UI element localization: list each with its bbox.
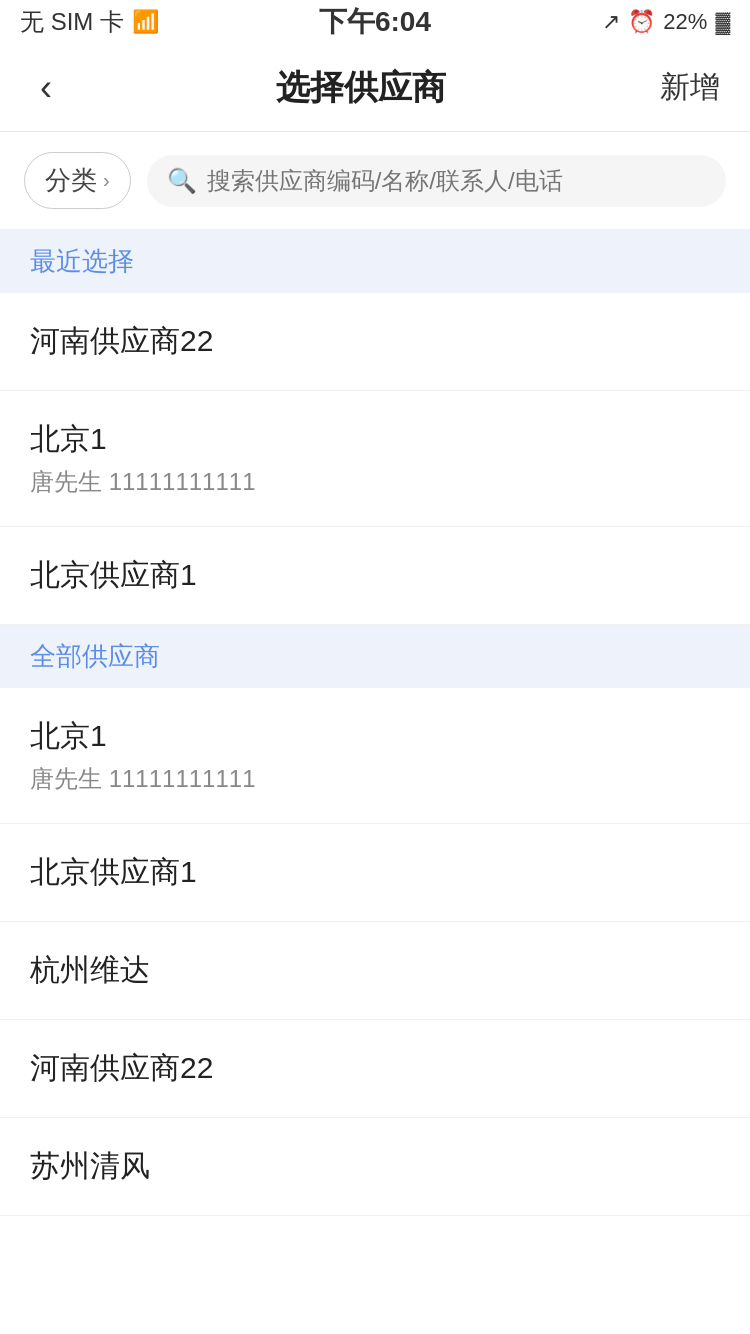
sim-label: 无 SIM 卡	[20, 6, 124, 38]
battery-icon: ▓	[715, 11, 730, 34]
status-left: 无 SIM 卡 📶	[20, 6, 159, 38]
all-item-3[interactable]: 河南供应商22	[0, 1020, 750, 1118]
all-item-0[interactable]: 北京1 唐先生 11111111111	[0, 688, 750, 824]
search-input[interactable]	[207, 167, 706, 195]
recent-item-sub-1: 唐先生 11111111111	[30, 466, 720, 498]
chevron-right-icon: ›	[103, 169, 110, 192]
filter-label: 分类	[45, 163, 97, 198]
all-list: 北京1 唐先生 11111111111 北京供应商1 杭州维达 河南供应商22 …	[0, 688, 750, 1216]
recent-section-header: 最近选择	[0, 230, 750, 293]
search-input-wrap[interactable]: 🔍	[147, 155, 726, 207]
recent-item-2[interactable]: 北京供应商1	[0, 527, 750, 625]
all-item-name-2: 杭州维达	[30, 950, 720, 991]
battery-level: 22%	[663, 9, 707, 35]
all-item-name-4: 苏州清风	[30, 1146, 720, 1187]
recent-item-name-0: 河南供应商22	[30, 321, 720, 362]
recent-item-0[interactable]: 河南供应商22	[0, 293, 750, 391]
all-item-2[interactable]: 杭州维达	[0, 922, 750, 1020]
nav-bar: ‹ 选择供应商 新增	[0, 44, 750, 132]
location-icon: ↗	[602, 9, 620, 35]
all-item-name-1: 北京供应商1	[30, 852, 720, 893]
all-section-label: 全部供应商	[30, 641, 160, 671]
recent-item-name-2: 北京供应商1	[30, 555, 720, 596]
recent-item-name-1: 北京1	[30, 419, 720, 460]
recent-list: 河南供应商22 北京1 唐先生 11111111111 北京供应商1	[0, 293, 750, 625]
status-right: ↗ ⏰ 22% ▓	[602, 9, 730, 35]
alarm-icon: ⏰	[628, 9, 655, 35]
wifi-icon: 📶	[132, 9, 159, 35]
search-icon: 🔍	[167, 167, 197, 195]
all-item-name-3: 河南供应商22	[30, 1048, 720, 1089]
page-title: 选择供应商	[276, 65, 446, 111]
recent-section-label: 最近选择	[30, 246, 134, 276]
filter-button[interactable]: 分类 ›	[24, 152, 131, 209]
all-section-header: 全部供应商	[0, 625, 750, 688]
all-item-1[interactable]: 北京供应商1	[0, 824, 750, 922]
back-button[interactable]: ‹	[30, 57, 62, 119]
all-item-sub-0: 唐先生 11111111111	[30, 763, 720, 795]
all-item-4[interactable]: 苏州清风	[0, 1118, 750, 1216]
status-time: 下午6:04	[319, 3, 431, 41]
recent-item-1[interactable]: 北京1 唐先生 11111111111	[0, 391, 750, 527]
search-bar: 分类 › 🔍	[0, 132, 750, 230]
status-bar: 无 SIM 卡 📶 下午6:04 ↗ ⏰ 22% ▓	[0, 0, 750, 44]
all-item-name-0: 北京1	[30, 716, 720, 757]
add-button[interactable]: 新增	[660, 67, 720, 108]
